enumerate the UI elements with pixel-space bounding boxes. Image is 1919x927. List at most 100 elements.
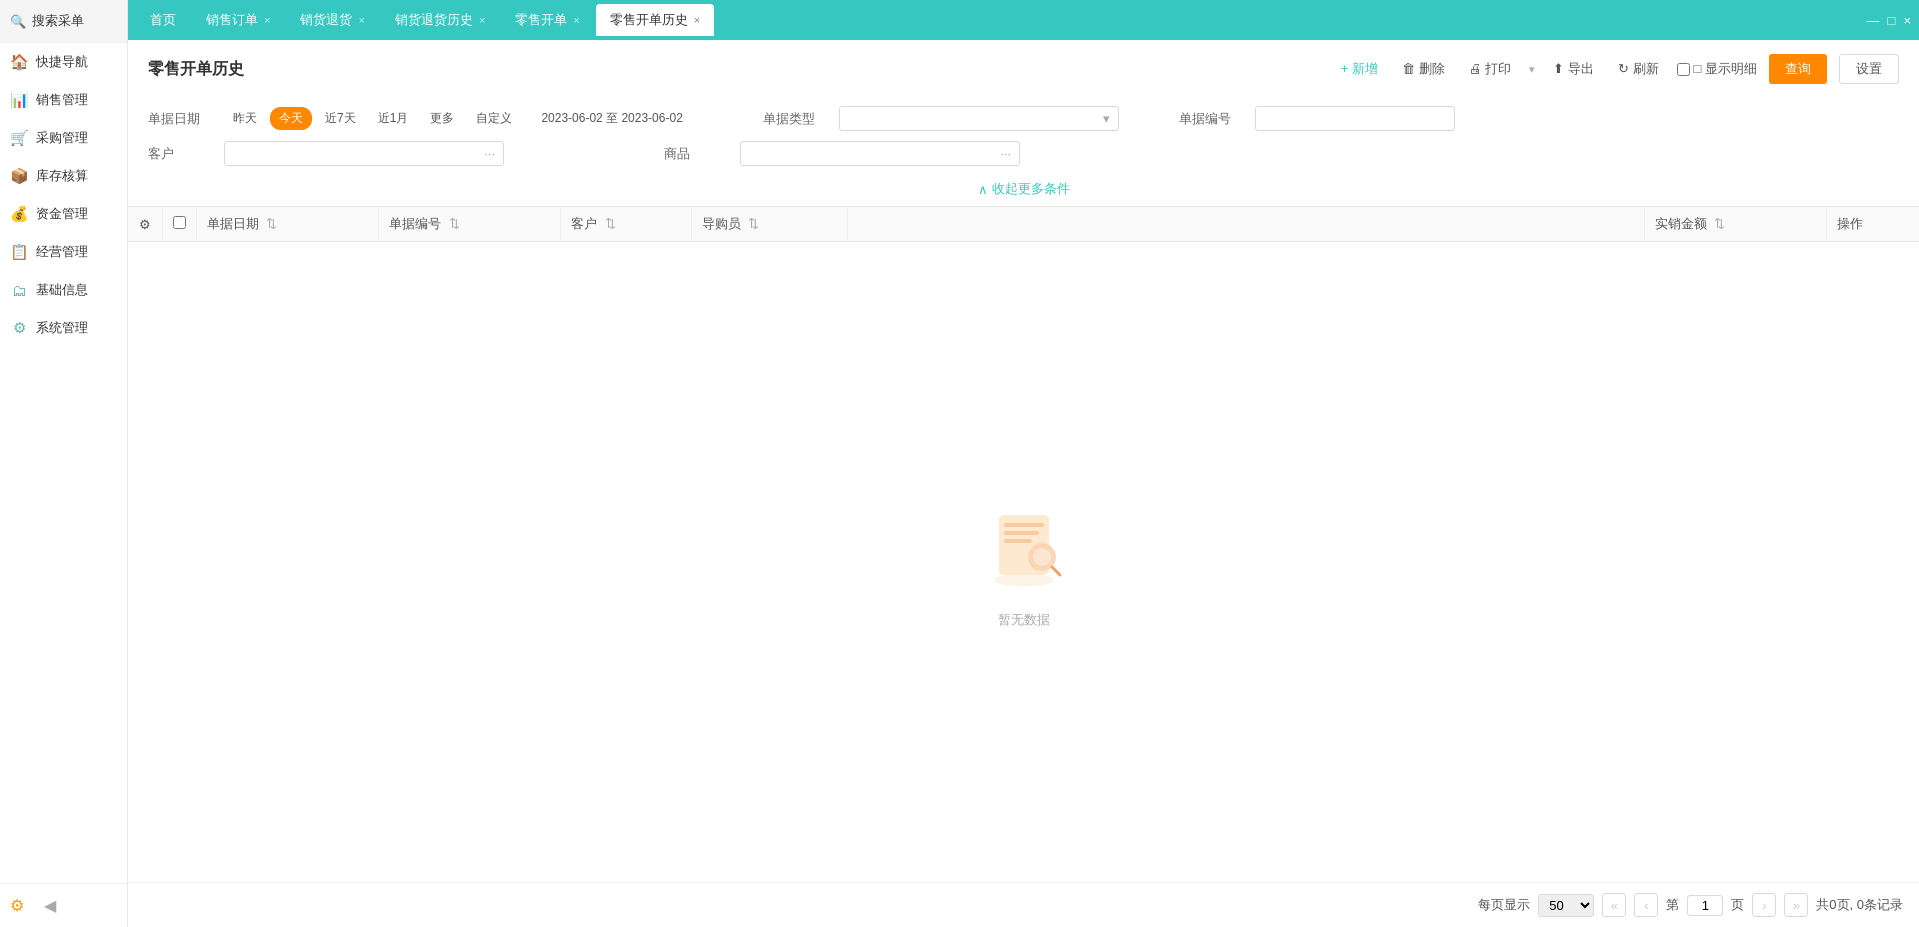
- refresh-button[interactable]: ↻ 刷新: [1612, 56, 1665, 82]
- display-detail-checkbox[interactable]: [1677, 63, 1690, 76]
- col-customer: 客户 ⇅: [561, 207, 692, 242]
- collapse-label: 收起更多条件: [992, 180, 1070, 198]
- export-button[interactable]: ⬆ 导出: [1547, 56, 1600, 82]
- print-button[interactable]: 🖨 打印: [1463, 56, 1518, 82]
- tab-retail-open-history-label: 零售开单历史: [610, 11, 688, 29]
- date-quick-buttons: 昨天 今天 近7天 近1月 更多 自定义: [224, 107, 521, 130]
- col-guide-sort-icon[interactable]: ⇅: [748, 216, 759, 231]
- customer-label: 客户: [148, 145, 204, 163]
- per-page-label: 每页显示: [1478, 896, 1530, 914]
- sidebar-footer: ⚙ ◀: [0, 883, 127, 927]
- col-date-sort-icon[interactable]: ⇅: [266, 216, 277, 231]
- svg-point-0: [994, 574, 1054, 586]
- select-all-checkbox[interactable]: [173, 216, 186, 229]
- sidebar-item-inventory[interactable]: 📦 库存核算: [0, 157, 127, 195]
- col-date-label: 单据日期: [207, 216, 259, 231]
- operations-icon: 📋: [10, 243, 28, 261]
- print-chevron-icon[interactable]: ▾: [1529, 63, 1535, 76]
- footer-collapse-icon[interactable]: ◀: [44, 896, 56, 915]
- col-no-sort-icon[interactable]: ⇅: [449, 216, 460, 231]
- tab-retail-open-history[interactable]: 零售开单历史 ×: [596, 4, 714, 36]
- table-settings-header[interactable]: ⚙: [128, 207, 162, 242]
- sidebar-search[interactable]: 🔍 搜索采单: [0, 0, 127, 43]
- svg-rect-4: [1004, 539, 1032, 543]
- col-customer-label: 客户: [571, 216, 597, 231]
- sidebar-item-operations[interactable]: 📋 经营管理: [0, 233, 127, 271]
- empty-illustration: [974, 495, 1074, 595]
- first-page-button[interactable]: «: [1602, 893, 1626, 917]
- tab-home[interactable]: 首页: [136, 4, 190, 36]
- prev-page-button[interactable]: ‹: [1634, 893, 1658, 917]
- tab-retail-open-label: 零售开单: [515, 11, 567, 29]
- sidebar-item-label: 系统管理: [36, 319, 88, 337]
- next-page-button[interactable]: ›: [1752, 893, 1776, 917]
- svg-rect-3: [1004, 531, 1039, 535]
- close-tab-sales-return-history-icon[interactable]: ×: [479, 14, 485, 26]
- close-tab-retail-open-icon[interactable]: ×: [573, 14, 579, 26]
- main-area: 首页 销售订单 × 销货退货 × 销货退货历史 × 零售开单 × 零售开单历史 …: [128, 0, 1919, 927]
- tab-sales-return[interactable]: 销货退货 ×: [286, 4, 378, 36]
- finance-icon: 💰: [10, 205, 28, 223]
- page-header: 零售开单历史 + 新增 🗑 删除 🖨 打印 ▾ ⬆ 导出 ↻ 刷新 □ 显示明细…: [128, 40, 1919, 207]
- display-detail-toggle[interactable]: □ 显示明细: [1677, 60, 1757, 78]
- sales-mgmt-icon: 📊: [10, 91, 28, 109]
- col-guide-label: 导购员: [702, 216, 741, 231]
- sidebar-item-finance[interactable]: 💰 资金管理: [0, 195, 127, 233]
- date-btn-yesterday[interactable]: 昨天: [224, 107, 266, 130]
- empty-state: 暂无数据: [128, 242, 1919, 882]
- tab-sales-order[interactable]: 销售订单 ×: [192, 4, 284, 36]
- tab-retail-open[interactable]: 零售开单 ×: [501, 4, 593, 36]
- tab-sales-return-history[interactable]: 销货退货历史 ×: [381, 4, 499, 36]
- table-gear-icon[interactable]: ⚙: [139, 217, 151, 232]
- sidebar-item-quick-nav[interactable]: 🏠 快捷导航: [0, 43, 127, 81]
- page-title: 零售开单历史: [148, 59, 244, 80]
- date-btn-more[interactable]: 更多: [421, 107, 463, 130]
- doc-no-input[interactable]: [1264, 111, 1446, 126]
- customer-dots[interactable]: ···: [484, 146, 495, 161]
- date-btn-1month[interactable]: 近1月: [369, 107, 418, 130]
- date-btn-custom[interactable]: 自定义: [467, 107, 521, 130]
- close-button[interactable]: ×: [1903, 13, 1911, 28]
- data-table: ⚙ 单据日期 ⇅ 单据编号 ⇅: [128, 207, 1919, 242]
- setting-button[interactable]: 设置: [1839, 54, 1899, 84]
- doc-type-select[interactable]: ▾: [839, 106, 1119, 131]
- svg-point-6: [1033, 548, 1051, 566]
- close-tab-sales-return-icon[interactable]: ×: [358, 14, 364, 26]
- date-btn-7days[interactable]: 近7天: [316, 107, 365, 130]
- sidebar-item-basic-info[interactable]: 🗂 基础信息: [0, 271, 127, 309]
- maximize-button[interactable]: □: [1888, 13, 1896, 28]
- goods-input[interactable]: [749, 146, 1000, 161]
- per-page-select[interactable]: 50 10 20 100: [1538, 894, 1594, 917]
- date-range-display: 2023-06-02 至 2023-06-02: [541, 110, 682, 127]
- page-number-input[interactable]: [1687, 895, 1723, 916]
- minimize-button[interactable]: —: [1867, 13, 1880, 28]
- svg-rect-2: [1004, 523, 1044, 527]
- sidebar-search-label: 搜索采单: [32, 12, 84, 30]
- sidebar-item-label: 快捷导航: [36, 53, 88, 71]
- date-btn-today[interactable]: 今天: [270, 107, 312, 130]
- sidebar-item-purchase-mgmt[interactable]: 🛒 采购管理: [0, 119, 127, 157]
- delete-button[interactable]: 🗑 删除: [1396, 56, 1451, 82]
- customer-input-wrapper[interactable]: ···: [224, 141, 504, 166]
- sys-mgmt-icon: ⚙: [10, 319, 28, 337]
- doc-no-input-wrapper[interactable]: [1255, 106, 1455, 131]
- close-tab-sales-order-icon[interactable]: ×: [264, 14, 270, 26]
- last-page-button[interactable]: »: [1784, 893, 1808, 917]
- table-checkbox-header[interactable]: [162, 207, 196, 242]
- sidebar-item-sys-mgmt[interactable]: ⚙ 系统管理: [0, 309, 127, 347]
- sidebar-item-sales-mgmt[interactable]: 📊 销售管理: [0, 81, 127, 119]
- close-tab-retail-open-history-icon[interactable]: ×: [694, 14, 700, 26]
- customer-input[interactable]: [233, 146, 484, 161]
- content-area: 零售开单历史 + 新增 🗑 删除 🖨 打印 ▾ ⬆ 导出 ↻ 刷新 □ 显示明细…: [128, 40, 1919, 927]
- query-button[interactable]: 查询: [1769, 54, 1827, 84]
- goods-input-wrapper[interactable]: ···: [740, 141, 1020, 166]
- sidebar-item-label: 资金管理: [36, 205, 88, 223]
- basic-info-icon: 🗂: [10, 281, 28, 299]
- col-amount-sort-icon[interactable]: ⇅: [1714, 216, 1725, 231]
- footer-settings-icon[interactable]: ⚙: [10, 896, 24, 915]
- collapse-filter-row[interactable]: ∧ 收起更多条件: [148, 176, 1899, 206]
- col-customer-sort-icon[interactable]: ⇅: [605, 216, 616, 231]
- add-button[interactable]: + 新增: [1335, 56, 1384, 82]
- quick-nav-icon: 🏠: [10, 53, 28, 71]
- goods-dots[interactable]: ···: [1000, 146, 1011, 161]
